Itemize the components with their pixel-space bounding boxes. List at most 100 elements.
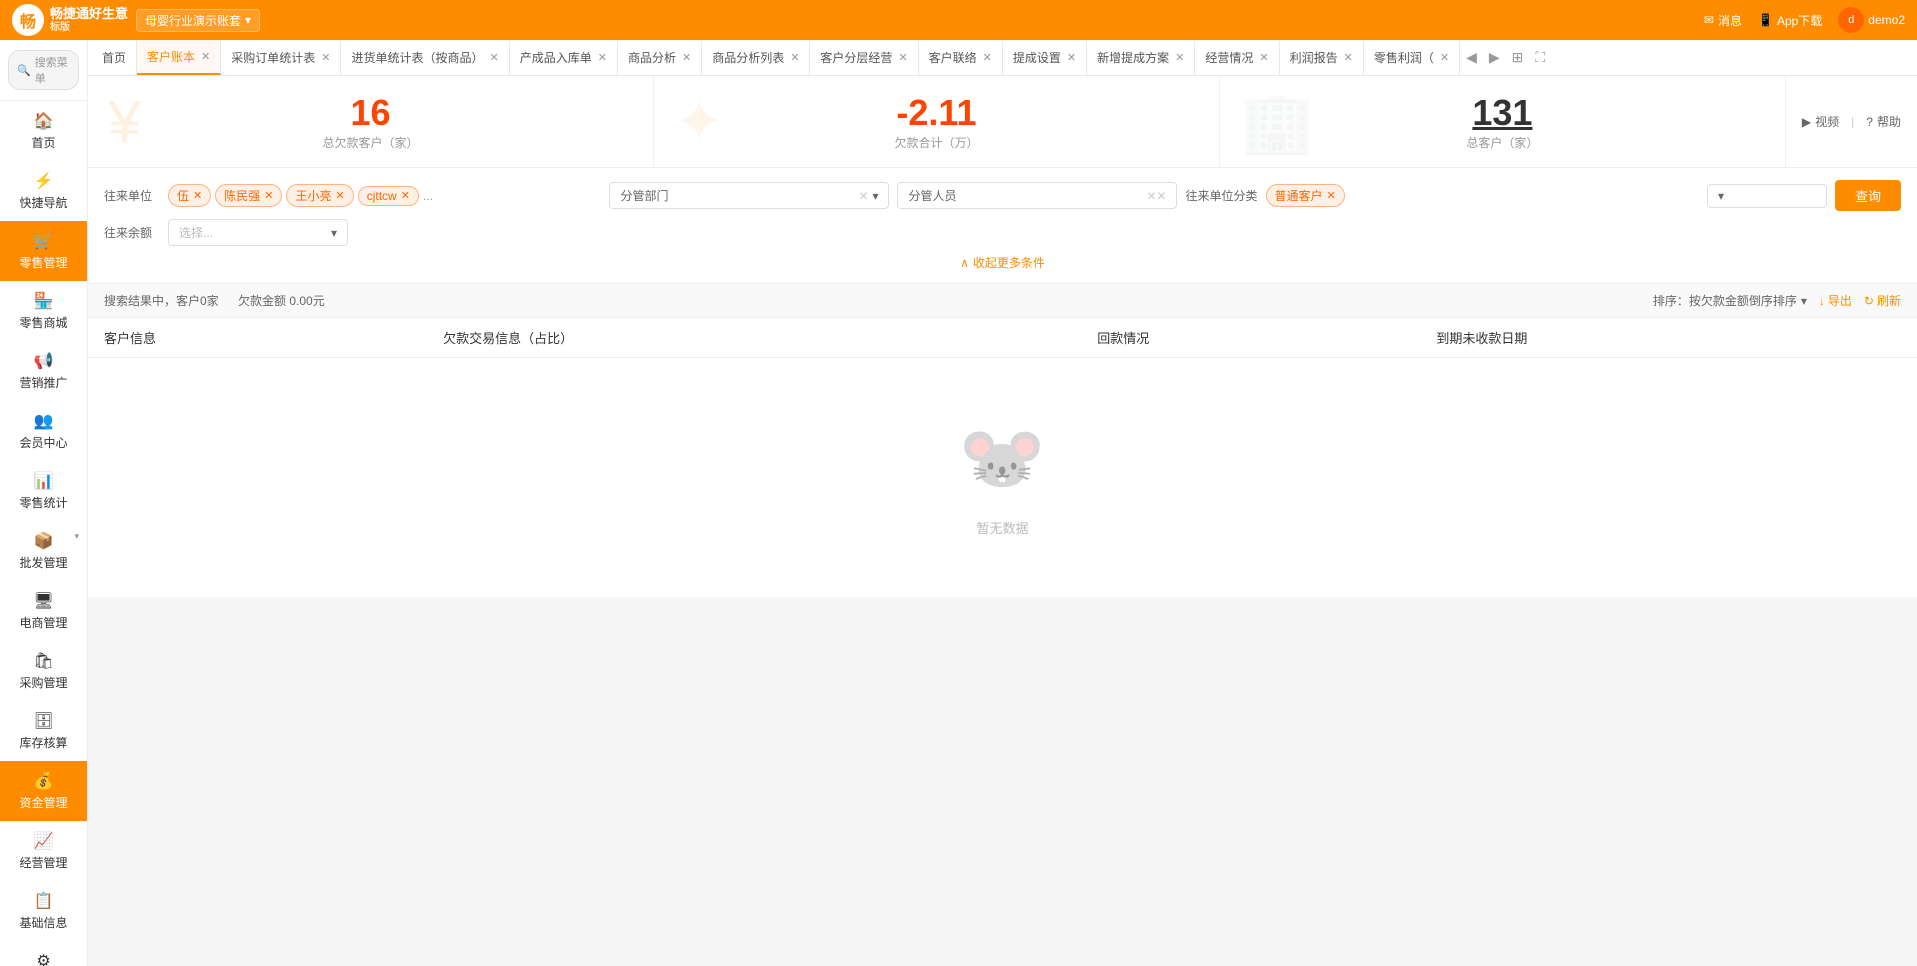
divider: | <box>1851 115 1854 129</box>
tab-prev-btn[interactable]: ◀ <box>1460 41 1483 75</box>
tab-fullscreen-btn[interactable]: ⛶ <box>1529 41 1551 75</box>
help-btn[interactable]: ? 帮助 <box>1866 113 1901 130</box>
tab-achieve-settings[interactable]: 提成设置 ✕ <box>1003 41 1087 75</box>
tab-product-inbound-close[interactable]: ✕ <box>598 51 607 64</box>
tab-customer-segment-close[interactable]: ✕ <box>898 51 907 64</box>
col-header-customer-info: 客户信息 <box>88 318 427 358</box>
app-download-btn[interactable]: 📱 App下载 <box>1758 12 1822 29</box>
tab-incoming-stats[interactable]: 进货单统计表（按商品） ✕ <box>341 41 509 75</box>
tab-achieve-settings-close[interactable]: ✕ <box>1067 51 1076 64</box>
tab-expand-btn[interactable]: ⊞ <box>1506 41 1530 75</box>
tab-profit-report-close[interactable]: ✕ <box>1344 51 1353 64</box>
export-btn[interactable]: ↓ 导出 <box>1819 292 1852 309</box>
query-button[interactable]: 查询 <box>1835 180 1901 211</box>
filter-tag-unit-3-remove[interactable]: ✕ <box>335 189 344 202</box>
result-count-text: 搜索结果中，客户0家 <box>104 294 219 308</box>
tab-product-analysis-list-label: 商品分析列表 <box>712 49 784 66</box>
sidebar-item-sys-mgmt[interactable]: ⚙ 系统管理 <box>0 941 87 966</box>
logo-icon: 畅 <box>12 4 44 36</box>
filter-tag-unit-2-remove[interactable]: ✕ <box>264 189 273 202</box>
sidebar-item-basic-info[interactable]: 📋 基础信息 <box>0 881 87 941</box>
person-dropdown[interactable]: 分管人员 ✕✕ <box>897 182 1177 209</box>
tab-product-inbound-label: 产成品入库单 <box>520 49 592 66</box>
tab-product-inbound[interactable]: 产成品入库单 ✕ <box>510 41 618 75</box>
user-area[interactable]: d demo2 <box>1838 7 1905 33</box>
filter-tag-category-1[interactable]: 普通客户 ✕ <box>1266 184 1345 207</box>
sidebar-item-finance[interactable]: 💰 资金管理 <box>0 761 87 821</box>
sidebar-item-wholesale-mgmt[interactable]: 📦 批发管理 ▾ <box>0 521 87 581</box>
tab-customer-segment[interactable]: 客户分层经营 ✕ <box>810 41 918 75</box>
refresh-btn[interactable]: ↻ 刷新 <box>1864 292 1901 309</box>
tab-incoming-stats-close[interactable]: ✕ <box>490 51 499 64</box>
sidebar-item-home[interactable]: 🏠 首页 <box>0 101 87 161</box>
tab-customer-cost-close[interactable]: ✕ <box>201 50 210 63</box>
tab-next-btn[interactable]: ▶ <box>1483 41 1506 75</box>
search-menu-btn[interactable]: 🔍 搜索菜单 <box>8 50 79 90</box>
tab-customer-segment-label: 客户分层经营 <box>820 49 892 66</box>
sidebar-item-retail-mgmt[interactable]: 🛒 零售管理 <box>0 221 87 281</box>
tab-customer-cost[interactable]: 客户账本 ✕ <box>137 41 221 75</box>
tab-home[interactable]: 首页 <box>92 41 137 75</box>
tab-purchase-order-stats-label: 采购订单统计表 <box>231 49 315 66</box>
tab-profit-report[interactable]: 利润报告 ✕ <box>1280 41 1364 75</box>
category-tag-group: 普通客户 ✕ <box>1266 184 1699 207</box>
search-menu-label: 搜索菜单 <box>35 54 70 86</box>
filter-tag-unit-1-remove[interactable]: ✕ <box>193 189 202 202</box>
messages-btn[interactable]: ✉ 消息 <box>1704 12 1742 29</box>
video-btn[interactable]: ▶ 视频 <box>1802 113 1839 130</box>
tab-retail-profit[interactable]: 零售利润（ ✕ <box>1364 41 1460 75</box>
sidebar-item-marketing[interactable]: 📢 营销推广 <box>0 341 87 401</box>
export-label: 导出 <box>1828 292 1852 309</box>
card-bg-icon-1: ¥ <box>108 87 141 156</box>
filter-tag-unit-2-text: 陈民强 <box>224 187 260 204</box>
tab-operations-status-close[interactable]: ✕ <box>1259 51 1268 64</box>
sidebar-item-ecommerce[interactable]: 🖥 电商管理 <box>0 581 87 641</box>
balance-dropdown[interactable]: 选择... <box>168 219 348 246</box>
tab-customer-cost-label: 客户账本 <box>147 48 195 65</box>
tab-product-analysis-list[interactable]: 商品分析列表 ✕ <box>702 41 810 75</box>
tab-operations-status[interactable]: 经营情况 ✕ <box>1195 41 1279 75</box>
sort-selector[interactable]: 排序：按欠款金额倒序排序 <box>1653 292 1807 309</box>
member-center-icon: 👥 <box>34 411 54 431</box>
summary-card-debt-customers: ¥ 16 总欠款客户（家） <box>88 76 654 167</box>
sidebar-item-retail-stats[interactable]: 📊 零售统计 <box>0 461 87 521</box>
tab-new-achieve-plan-close[interactable]: ✕ <box>1175 51 1184 64</box>
filter-collapse-row: ∧ 收起更多条件 <box>104 254 1901 271</box>
tab-purchase-order-stats[interactable]: 采购订单统计表 ✕ <box>221 41 341 75</box>
filter-tag-category-1-remove[interactable]: ✕ <box>1327 189 1336 202</box>
expand-icon: ▾ <box>74 531 79 542</box>
sidebar-item-member-center[interactable]: 👥 会员中心 <box>0 401 87 461</box>
help-label: 帮助 <box>1877 113 1901 130</box>
tab-new-achieve-plan[interactable]: 新增提成方案 ✕ <box>1087 41 1195 75</box>
tab-product-analysis[interactable]: 商品分析 ✕ <box>618 41 702 75</box>
filter-tag-unit-1[interactable]: 伍 ✕ <box>168 184 211 207</box>
filter-tag-unit-4[interactable]: cjttcw ✕ <box>358 186 419 206</box>
sidebar-label-retail-stats: 零售统计 <box>19 494 67 511</box>
sidebar-item-retail-mall[interactable]: 🏪 零售商城 <box>0 281 87 341</box>
tab-product-analysis-list-close[interactable]: ✕ <box>790 51 799 64</box>
company-selector[interactable]: 母婴行业演示账套 ▾ <box>136 9 260 32</box>
collapse-btn[interactable]: ∧ 收起更多条件 <box>960 254 1045 271</box>
filter-tag-unit-4-remove[interactable]: ✕ <box>401 189 410 202</box>
category-dropdown[interactable] <box>1707 184 1827 208</box>
filter-tag-unit-2[interactable]: 陈民强 ✕ <box>215 184 282 207</box>
sidebar-item-inventory[interactable]: 🗄 库存核算 <box>0 701 87 761</box>
tab-purchase-order-stats-close[interactable]: ✕ <box>321 51 330 64</box>
filter-tag-more[interactable]: ... <box>423 189 433 203</box>
tab-customer-contact-close[interactable]: ✕ <box>983 51 992 64</box>
sidebar-search-area: 🔍 搜索菜单 <box>0 40 87 101</box>
sidebar-item-quick-nav[interactable]: ⚡ 快捷导航 <box>0 161 87 221</box>
dept-dropdown[interactable]: 分管部门 ✕ <box>609 182 889 209</box>
sidebar-item-operations[interactable]: 📈 经营管理 <box>0 821 87 881</box>
summary-actions: ▶ 视频 | ? 帮助 <box>1786 76 1917 167</box>
tab-product-analysis-close[interactable]: ✕ <box>682 51 691 64</box>
sidebar-item-purchase-mgmt[interactable]: 🛍 采购管理 <box>0 641 87 701</box>
sidebar-label-operations: 经营管理 <box>19 854 67 871</box>
filter-tag-unit-3[interactable]: 王小亮 ✕ <box>286 184 353 207</box>
tab-profit-report-label: 利润报告 <box>1290 49 1338 66</box>
tab-new-achieve-plan-label: 新增提成方案 <box>1097 49 1169 66</box>
tab-customer-contact[interactable]: 客户联络 ✕ <box>919 41 1003 75</box>
tab-retail-profit-close[interactable]: ✕ <box>1440 51 1449 64</box>
sidebar-label-wholesale-mgmt: 批发管理 <box>19 554 67 571</box>
sort-chevron-icon <box>1801 294 1807 308</box>
